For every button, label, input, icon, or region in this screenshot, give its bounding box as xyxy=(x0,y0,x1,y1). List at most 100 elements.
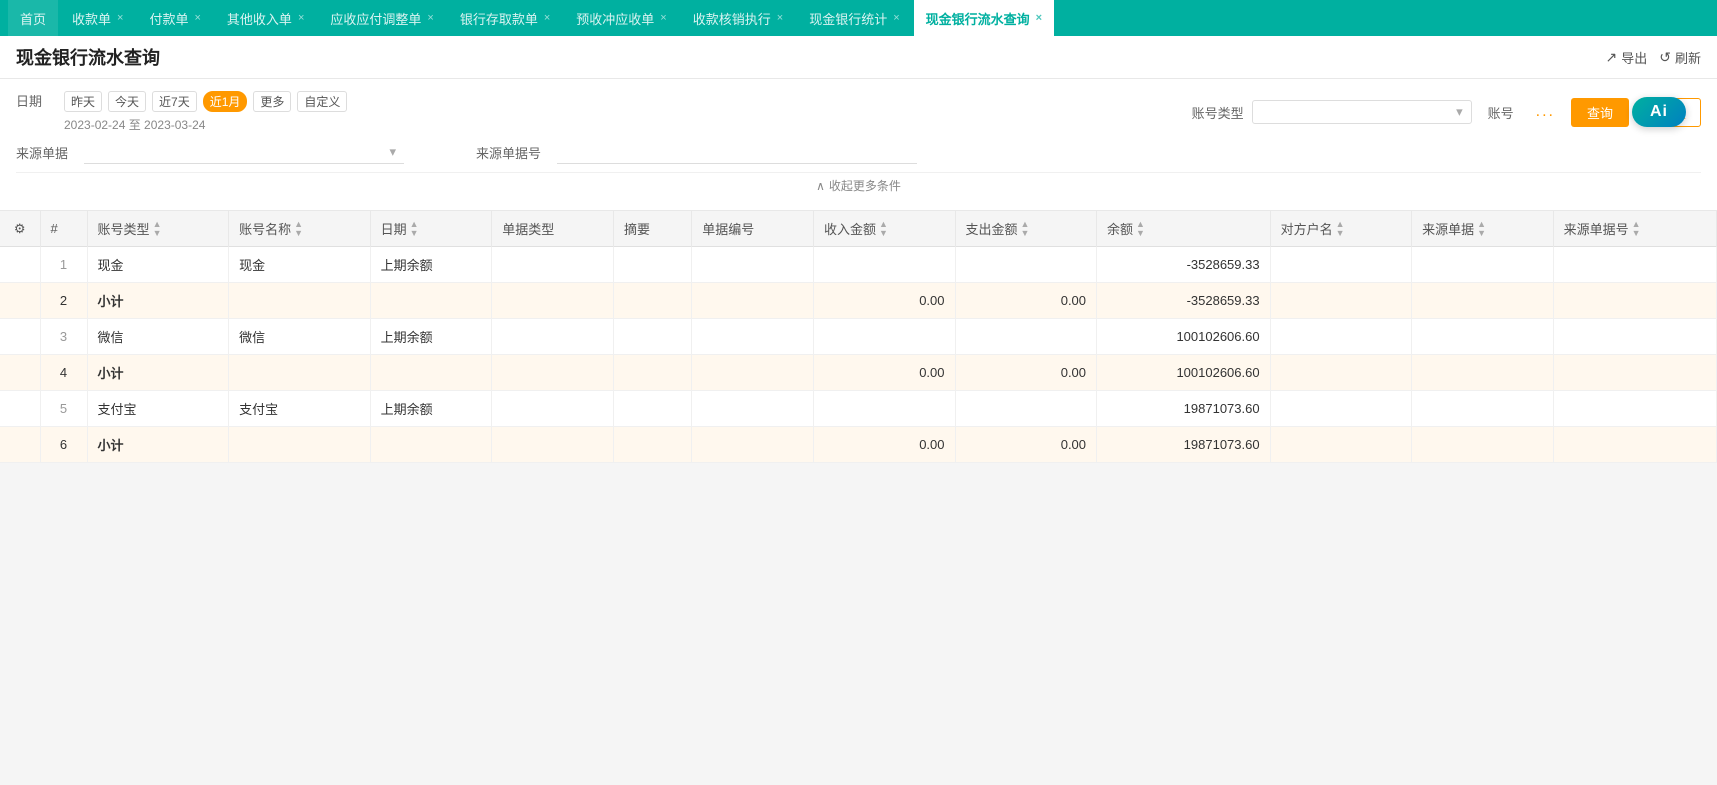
source-doc-num-label: 来源单据号 xyxy=(476,143,541,162)
nav-tab-tiaozheng-label: 应收应付调整单 xyxy=(330,9,421,28)
chevron-down-icon-2: ▾ xyxy=(389,144,396,160)
sort-icon-4: ▲▼ xyxy=(879,220,888,238)
account-label: 账号 xyxy=(1488,103,1528,122)
nav-tab-shoukuan-label: 收款单 xyxy=(72,9,111,28)
balance-col-label: 余额 xyxy=(1107,219,1133,238)
refresh-icon: ↺ xyxy=(1659,49,1671,66)
date-col-label: 日期 xyxy=(381,219,407,238)
nav-tab-yushou[interactable]: 预收冲应收单 × xyxy=(564,0,678,36)
column-num: # xyxy=(40,211,87,247)
sort-icon-3: ▲▼ xyxy=(410,220,419,238)
filter-row-2: 来源单据 ▾ 来源单据号 xyxy=(16,141,1701,164)
nav-tab-fukuan[interactable]: 付款单 × xyxy=(137,0,212,36)
close-icon[interactable]: × xyxy=(194,12,200,24)
table-body: 1现金现金上期余额-3528659.332小计0.000.00-3528659.… xyxy=(0,247,1717,463)
table-row[interactable]: 4小计0.000.00100102606.60 xyxy=(0,355,1717,391)
date-range-text: 2023-02-24 至 2023-03-24 xyxy=(64,116,347,133)
source-doc-col-label: 来源单据 xyxy=(1422,219,1474,238)
sort-icon: ▲▼ xyxy=(153,220,162,238)
date-controls: 昨天 今天 近7天 近1月 更多 自定义 2023-02-24 至 2023-0… xyxy=(64,91,347,133)
ai-badge[interactable]: Ai xyxy=(1632,97,1686,127)
nav-tab-hexiao[interactable]: 收款核销执行 × xyxy=(681,0,795,36)
sort-icon-5: ▲▼ xyxy=(1021,220,1030,238)
table-header-row: ⚙ # 账号类型 ▲▼ 账号名称 ▲▼ 日期 xyxy=(0,211,1717,247)
date-btn-today[interactable]: 今天 xyxy=(108,91,146,112)
column-source-doc-num[interactable]: 来源单据号 ▲▼ xyxy=(1553,211,1716,247)
sort-icon-9: ▲▼ xyxy=(1632,220,1641,238)
data-table: ⚙ # 账号类型 ▲▼ 账号名称 ▲▼ 日期 xyxy=(0,211,1717,463)
page-title: 现金银行流水查询 xyxy=(16,44,160,70)
account-type-label: 账号类型 xyxy=(1192,103,1244,122)
column-expense[interactable]: 支出金额 ▲▼ xyxy=(955,211,1097,247)
date-filter-group: 日期 昨天 今天 近7天 近1月 更多 自定义 2023-02-24 至 202… xyxy=(16,91,347,133)
sort-icon-6: ▲▼ xyxy=(1136,220,1145,238)
column-source-doc[interactable]: 来源单据 ▲▼ xyxy=(1412,211,1554,247)
nav-tab-liushui[interactable]: 现金银行流水查询 × xyxy=(914,0,1054,36)
export-icon: ↗ xyxy=(1606,49,1618,66)
date-btn-custom[interactable]: 自定义 xyxy=(297,91,347,112)
income-col-label: 收入金额 xyxy=(824,219,876,238)
table-row[interactable]: 2小计0.000.00-3528659.33 xyxy=(0,283,1717,319)
column-doc-type: 单据类型 xyxy=(492,211,614,247)
nav-tab-tongji[interactable]: 现金银行统计 × xyxy=(797,0,911,36)
column-income[interactable]: 收入金额 ▲▼ xyxy=(813,211,955,247)
close-icon[interactable]: × xyxy=(777,12,783,24)
top-nav: 首页 收款单 × 付款单 × 其他收入单 × 应收应付调整单 × 银行存取款单 … xyxy=(0,0,1717,36)
table-row[interactable]: 1现金现金上期余额-3528659.33 xyxy=(0,247,1717,283)
nav-tab-qitashouru-label: 其他收入单 xyxy=(227,9,292,28)
column-counterparty[interactable]: 对方户名 ▲▼ xyxy=(1270,211,1412,247)
table-row[interactable]: 3微信微信上期余额100102606.60 xyxy=(0,319,1717,355)
export-label: 导出 xyxy=(1621,48,1647,67)
date-label: 日期 xyxy=(16,91,56,110)
chevron-up-icon: ∧ xyxy=(816,179,825,193)
close-icon[interactable]: × xyxy=(117,12,123,24)
nav-tab-yinhang-label: 银行存取款单 xyxy=(460,9,538,28)
column-balance[interactable]: 余额 ▲▼ xyxy=(1097,211,1271,247)
close-icon[interactable]: × xyxy=(544,12,550,24)
refresh-button[interactable]: ↺ 刷新 xyxy=(1659,48,1701,67)
nav-home-label: 首页 xyxy=(20,9,46,28)
nav-tab-hexiao-label: 收款核销执行 xyxy=(693,9,771,28)
nav-home[interactable]: 首页 xyxy=(8,0,58,36)
close-icon[interactable]: × xyxy=(893,12,899,24)
source-doc-num-col-label: 来源单据号 xyxy=(1564,219,1629,238)
query-button[interactable]: 查询 xyxy=(1571,98,1629,127)
close-icon[interactable]: × xyxy=(1036,12,1042,24)
page-header: 现金银行流水查询 ↗ 导出 ↺ 刷新 xyxy=(0,36,1717,79)
nav-tab-tongji-label: 现金银行统计 xyxy=(809,9,887,28)
column-gear[interactable]: ⚙ xyxy=(0,211,40,247)
nav-tab-yinhang[interactable]: 银行存取款单 × xyxy=(448,0,562,36)
export-button[interactable]: ↗ 导出 xyxy=(1606,48,1648,67)
table-row[interactable]: 5支付宝支付宝上期余额19871073.60 xyxy=(0,391,1717,427)
close-icon[interactable]: × xyxy=(660,12,666,24)
column-date[interactable]: 日期 ▲▼ xyxy=(370,211,492,247)
account-name-col-label: 账号名称 xyxy=(239,219,291,238)
nav-tab-tiaozheng[interactable]: 应收应付调整单 × xyxy=(318,0,445,36)
collapse-filter-button[interactable]: ∧ 收起更多条件 xyxy=(16,172,1701,198)
date-btn-yesterday[interactable]: 昨天 xyxy=(64,91,102,112)
date-btn-7days[interactable]: 近7天 xyxy=(152,91,197,112)
sort-icon-7: ▲▼ xyxy=(1336,220,1345,238)
close-icon[interactable]: × xyxy=(298,12,304,24)
close-icon[interactable]: × xyxy=(427,12,433,24)
account-type-group: 账号类型 ▾ xyxy=(1192,100,1472,124)
column-account-name[interactable]: 账号名称 ▲▼ xyxy=(229,211,371,247)
nav-tab-yushou-label: 预收冲应收单 xyxy=(576,9,654,28)
nav-tab-shoukuan[interactable]: 收款单 × xyxy=(60,0,135,36)
table-container: ⚙ # 账号类型 ▲▼ 账号名称 ▲▼ 日期 xyxy=(0,211,1717,463)
account-type-select[interactable]: ▾ xyxy=(1252,100,1472,124)
account-more-button[interactable]: ... xyxy=(1536,103,1555,121)
header-actions: ↗ 导出 ↺ 刷新 xyxy=(1606,48,1702,67)
table-row[interactable]: 6小计0.000.0019871073.60 xyxy=(0,427,1717,463)
refresh-label: 刷新 xyxy=(1675,48,1701,67)
column-account-type[interactable]: 账号类型 ▲▼ xyxy=(87,211,229,247)
nav-tab-qitashouru[interactable]: 其他收入单 × xyxy=(215,0,316,36)
filter-row-1: 日期 昨天 今天 近7天 近1月 更多 自定义 2023-02-24 至 202… xyxy=(16,91,1701,133)
date-btn-1month[interactable]: 近1月 xyxy=(203,91,248,112)
date-btn-more[interactable]: 更多 xyxy=(253,91,291,112)
source-doc-num-input[interactable] xyxy=(557,142,917,164)
collapse-label: 收起更多条件 xyxy=(829,177,901,194)
date-quick-buttons: 昨天 今天 近7天 近1月 更多 自定义 xyxy=(64,91,347,112)
nav-tab-liushui-label: 现金银行流水查询 xyxy=(926,9,1030,28)
source-doc-select[interactable]: ▾ xyxy=(84,141,404,164)
